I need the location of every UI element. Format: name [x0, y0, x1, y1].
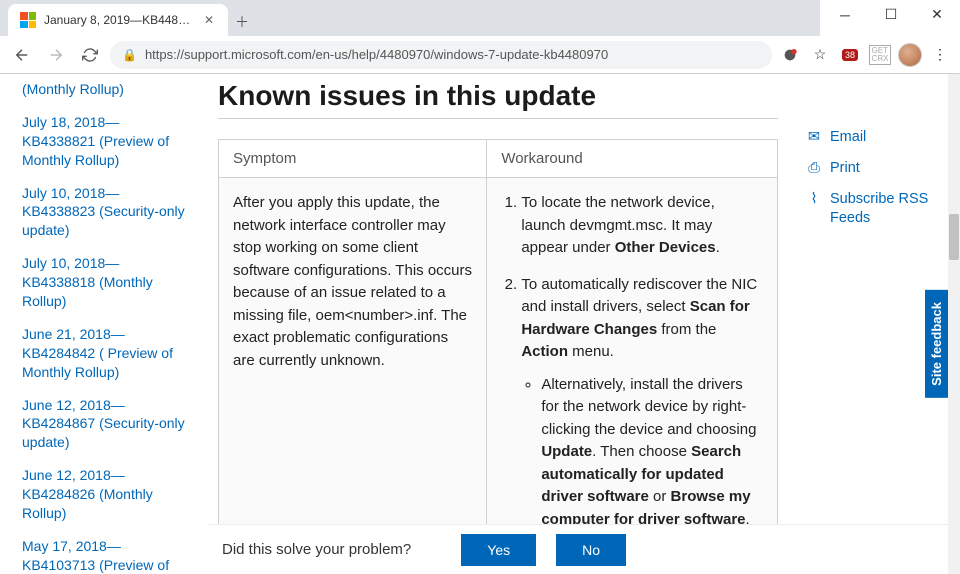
browser-tab[interactable]: January 8, 2019—KB4480970 (Mo ✕ [8, 4, 228, 36]
star-icon[interactable]: ☆ [808, 43, 832, 67]
no-button[interactable]: No [556, 534, 626, 566]
scrollbar[interactable] [948, 74, 960, 574]
chrome-menu-icon[interactable]: ⋮ [928, 43, 952, 67]
new-tab-button[interactable]: ＋ [228, 8, 256, 36]
print-link[interactable]: ⎙Print [806, 159, 948, 178]
ms-favicon [20, 12, 36, 28]
email-icon: ✉ [806, 128, 822, 147]
rss-link[interactable]: ⌇Subscribe RSS Feeds [806, 190, 948, 228]
tab-strip: January 8, 2019—KB4480970 (Mo ✕ ＋ [0, 0, 820, 36]
maximize-button[interactable]: ☐ [868, 0, 914, 30]
page-content: (Monthly Rollup) July 18, 2018—KB4338821… [0, 74, 948, 574]
close-tab-icon[interactable]: ✕ [202, 13, 216, 27]
sidebar-link[interactable]: June 12, 2018—KB4284867 (Security-only u… [22, 396, 192, 453]
sidebar-link[interactable]: May 17, 2018—KB4103713 (Preview of Month… [22, 537, 192, 574]
lock-icon: 🔒 [122, 48, 137, 62]
sidebar-link[interactable]: June 21, 2018—KB4284842 ( Preview of Mon… [22, 325, 192, 382]
right-rail: ✉Email ⎙Print ⌇Subscribe RSS Feeds [788, 74, 948, 574]
step-2-bullet: Alternatively, install the drivers for t… [541, 374, 763, 532]
article-sidebar: (Monthly Rollup) July 18, 2018—KB4338821… [0, 74, 208, 574]
getcrx-icon[interactable]: GETCRX [868, 43, 892, 67]
sidebar-link[interactable]: July 18, 2018—KB4338821 (Preview of Mont… [22, 113, 192, 170]
sidebar-link[interactable]: June 12, 2018—KB4284826 (Monthly Rollup) [22, 466, 192, 523]
tab-title: January 8, 2019—KB4480970 (Mo [44, 13, 194, 27]
feedback-question: Did this solve your problem? [222, 541, 411, 558]
issues-table: Symptom Workaround After you apply this … [218, 139, 778, 560]
email-link[interactable]: ✉Email [806, 128, 948, 147]
col-symptom: Symptom [219, 140, 487, 178]
col-workaround: Workaround [487, 140, 778, 178]
step-2: To automatically rediscover the NIC and … [521, 274, 763, 532]
page-heading: Known issues in this update [218, 80, 778, 112]
print-icon: ⎙ [806, 159, 822, 178]
ublock-icon[interactable]: 38 [838, 43, 862, 67]
profile-avatar[interactable] [898, 43, 922, 67]
back-button[interactable] [8, 41, 36, 69]
article-main: Known issues in this update Symptom Work… [208, 74, 788, 574]
extension-icon-1[interactable] [778, 43, 802, 67]
address-bar[interactable]: 🔒 https://support.microsoft.com/en-us/he… [110, 41, 772, 69]
browser-toolbar: 🔒 https://support.microsoft.com/en-us/he… [0, 36, 960, 74]
symptom-cell: After you apply this update, the network… [219, 178, 487, 560]
step-1: To locate the network device, launch dev… [521, 192, 763, 260]
feedback-footer: Did this solve your problem? Yes No [208, 524, 948, 574]
forward-button[interactable] [42, 41, 70, 69]
scroll-thumb[interactable] [949, 214, 959, 260]
sidebar-link[interactable]: July 10, 2018—KB4338818 (Monthly Rollup) [22, 254, 192, 311]
sidebar-link[interactable]: July 10, 2018—KB4338823 (Security-only u… [22, 184, 192, 241]
rss-icon: ⌇ [806, 190, 822, 209]
url-text: https://support.microsoft.com/en-us/help… [145, 47, 608, 62]
site-feedback-tab[interactable]: Site feedback [925, 290, 948, 398]
yes-button[interactable]: Yes [461, 534, 536, 566]
close-window-button[interactable]: ✕ [914, 0, 960, 30]
workaround-cell: To locate the network device, launch dev… [487, 178, 778, 560]
minimize-button[interactable]: ─ [822, 0, 868, 30]
divider [218, 118, 778, 119]
reload-button[interactable] [76, 41, 104, 69]
sidebar-link[interactable]: (Monthly Rollup) [22, 80, 192, 99]
